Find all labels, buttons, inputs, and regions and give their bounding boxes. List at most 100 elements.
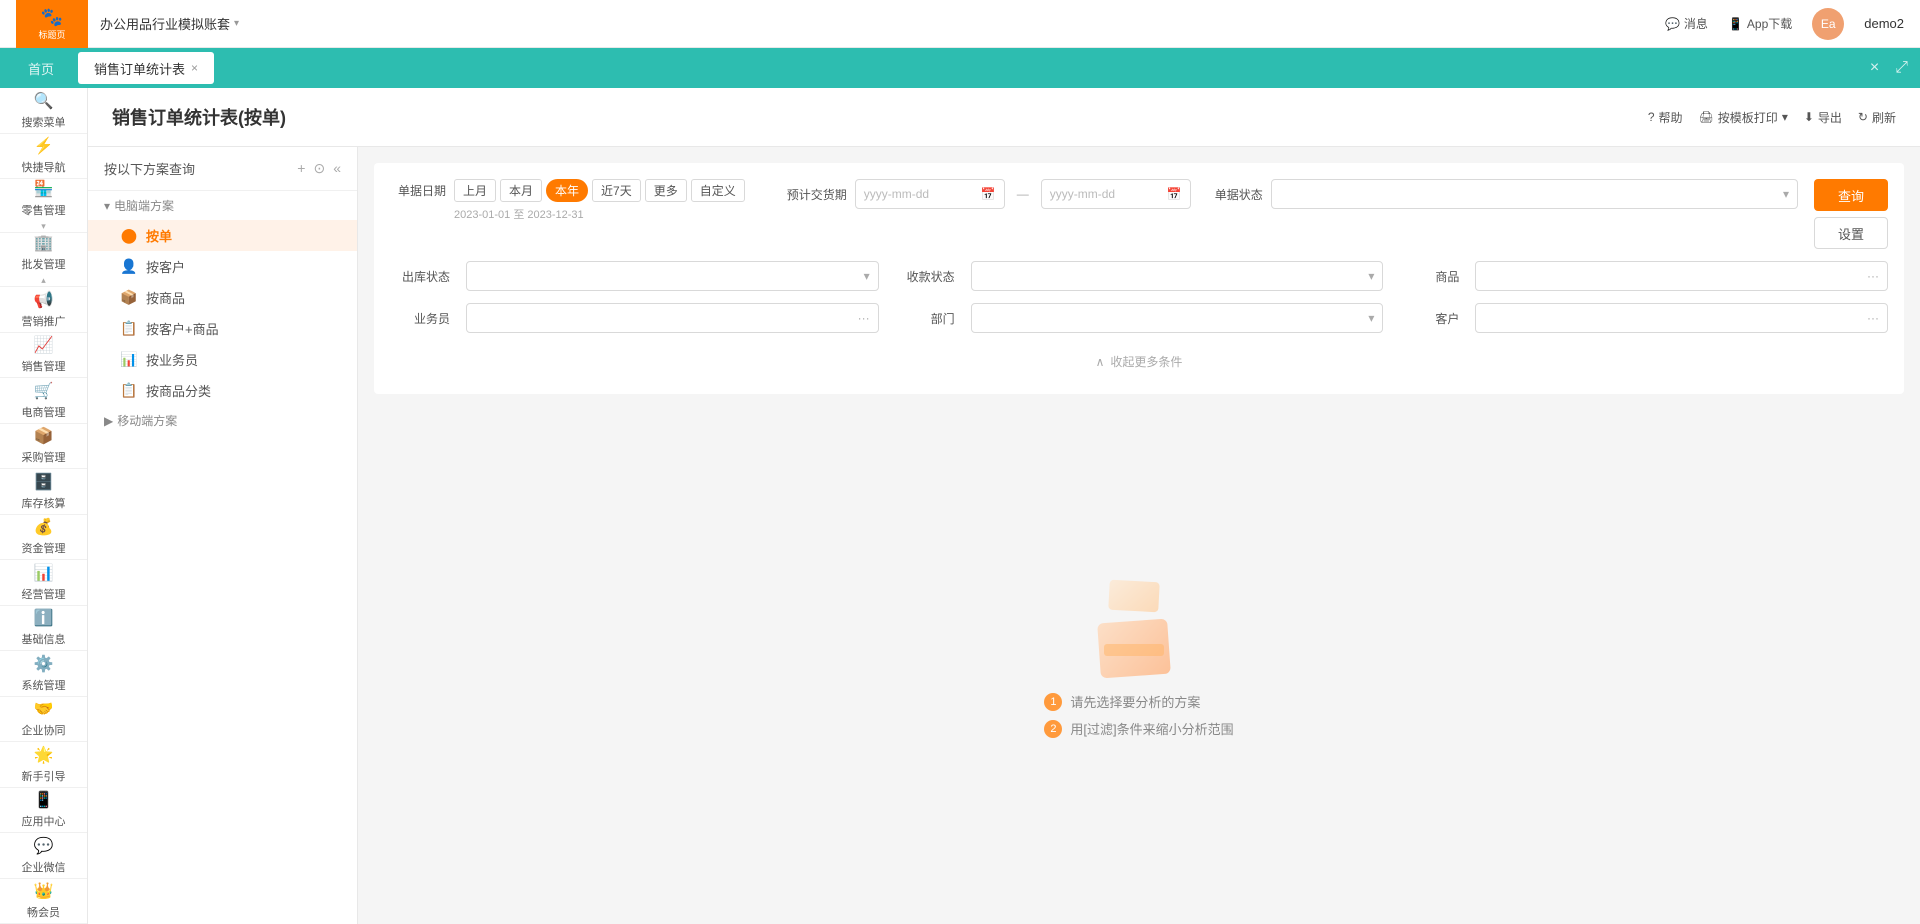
sidebar-item-basic[interactable]: ℹ️ 基础信息 <box>0 606 87 652</box>
sidebar-item-enterprise[interactable]: 🤝 企业协同 <box>0 697 87 743</box>
sidebar-item-label: 经营管理 <box>22 586 66 602</box>
maximize-icon[interactable]: ⤢ <box>1891 55 1912 81</box>
sidebar-item-system[interactable]: ⚙️ 系统管理 <box>0 651 87 697</box>
dropdown-icon: ▾ <box>864 269 870 283</box>
sidebar-item-quicknav[interactable]: ⚡ 快捷导航 <box>0 134 87 180</box>
last-7-days-btn[interactable]: 近7天 <box>592 179 641 202</box>
sidebar-item-label: 零售管理 <box>22 202 66 218</box>
tab-active[interactable]: 销售订单统计表 × <box>78 52 214 84</box>
tab-home[interactable]: 首页 <box>8 48 74 88</box>
empty-tip-2: 2 用[过滤]条件来缩小分析范围 <box>1044 719 1233 738</box>
tree-item-按业务员[interactable]: 📊 按业务员 <box>88 344 357 375</box>
avatar[interactable]: Ea <box>1812 8 1844 40</box>
inventory-icon: 🗄️ <box>34 472 54 492</box>
sidebar-item-label: 新手引导 <box>22 768 66 784</box>
tip-num-2: 2 <box>1044 720 1062 738</box>
export-button[interactable]: ⬇ 导出 <box>1804 109 1842 126</box>
this-year-btn[interactable]: 本年 <box>546 179 588 202</box>
sidebar-item-inventory[interactable]: 🗄️ 库存核算 <box>0 469 87 515</box>
sidebar-item-finance[interactable]: 💰 资金管理 <box>0 515 87 561</box>
dept-select[interactable]: ▾ <box>971 303 1384 333</box>
tabbar-right: × ⤢ <box>1866 55 1912 81</box>
help-icon: ? <box>1648 110 1655 124</box>
sidebar-item-member[interactable]: 👑 畅会员 <box>0 879 87 924</box>
calendar-icon: 📅 <box>981 187 996 201</box>
close-icon[interactable]: × <box>191 61 198 75</box>
collapse-panel-button[interactable]: « <box>333 160 341 177</box>
last-month-btn[interactable]: 上月 <box>454 179 496 202</box>
expand-icon: ▾ <box>104 199 110 213</box>
panel-header: 按以下方案查询 + ⊙ « <box>88 147 357 191</box>
refresh-button[interactable]: ↻ 刷新 <box>1858 109 1896 126</box>
export-icon: ⬇ <box>1804 110 1814 124</box>
sidebar-item-label: 基础信息 <box>22 631 66 647</box>
logo-icon: 🐾 <box>41 7 63 28</box>
sidebar-item-appcenter[interactable]: 📱 应用中心 <box>0 788 87 834</box>
sidebar-item-operations[interactable]: 📊 经营管理 <box>0 560 87 606</box>
tip-text-2: 用[过滤]条件来缩小分析范围 <box>1070 719 1233 738</box>
tree-item-按商品分类[interactable]: 📋 按商品分类 <box>88 375 357 406</box>
page-title: 销售订单统计表(按单) <box>112 104 286 146</box>
sidebar-item-retail[interactable]: 🏪 零售管理 ▾ <box>0 179 87 233</box>
message-action[interactable]: 💬 消息 <box>1665 15 1708 32</box>
sidebar-item-marketing[interactable]: 📢 营销推广 <box>0 287 87 333</box>
expected-date-to[interactable]: yyyy-mm-dd 📅 <box>1041 179 1191 209</box>
close-window-icon[interactable]: × <box>1866 55 1883 81</box>
more-btn[interactable]: 更多 <box>645 179 687 202</box>
right-panel: 单据日期 上月 本月 本年 近7天 更多 自定义 <box>358 147 1920 924</box>
app-selector[interactable]: 办公用品行业模拟账套 ▾ <box>100 14 239 33</box>
sidebar-item-label: 销售管理 <box>22 358 66 374</box>
pay-status-select[interactable]: ▾ <box>971 261 1384 291</box>
sidebar-item-corpwechat[interactable]: 💬 企业微信 <box>0 833 87 879</box>
sidebar-item-wholesale[interactable]: 🏢 批发管理 ▴ <box>0 233 87 287</box>
tree-item-按单[interactable]: ⬤ 按单 <box>88 220 357 251</box>
sidebar-item-ecommerce[interactable]: 🛒 电商管理 <box>0 378 87 424</box>
ship-status-select[interactable]: ▾ <box>466 261 879 291</box>
date-quick-btns: 上月 本月 本年 近7天 更多 自定义 <box>454 179 745 202</box>
help-button[interactable]: ? 帮助 <box>1648 109 1683 126</box>
page-header: 销售订单统计表(按单) ? 帮助 🖨 按模板打印 ▾ ⬇ 导出 ↻ 刷新 <box>88 88 1920 147</box>
print-arrow-icon: ▾ <box>1782 110 1788 124</box>
dropdown-icon: ▾ <box>1368 269 1374 283</box>
app-download-label: App下载 <box>1747 15 1792 32</box>
expected-date-label: 预计交货期 <box>777 186 847 203</box>
sidebar-item-search[interactable]: 🔍 搜索菜单 <box>0 88 87 134</box>
add-scheme-button[interactable]: + <box>297 160 305 177</box>
customer-input[interactable]: ··· <box>1475 303 1888 333</box>
tree-item-label: 按业务员 <box>146 350 198 369</box>
wholesale-icon: 🏢 <box>34 233 54 253</box>
tree-item-按客户[interactable]: 👤 按客户 <box>88 251 357 282</box>
sidebar-item-sales[interactable]: 📈 销售管理 <box>0 333 87 379</box>
search-button[interactable]: 查询 <box>1814 179 1888 211</box>
logo: 🐾 标题页 <box>16 0 88 48</box>
date-label: 单据日期 <box>390 182 446 199</box>
product-input[interactable]: ··· <box>1475 261 1888 291</box>
sidebar-item-newbie[interactable]: 🌟 新手引导 <box>0 742 87 788</box>
user-name[interactable]: demo2 <box>1864 16 1904 31</box>
status-select[interactable]: ▾ <box>1271 179 1798 209</box>
app-download-action[interactable]: 📱 App下载 <box>1728 15 1792 32</box>
tip-num-1: 1 <box>1044 693 1062 711</box>
print-button[interactable]: 🖨 按模板打印 ▾ <box>1699 109 1788 126</box>
panel-title: 按以下方案查询 <box>104 159 195 178</box>
app-icon: 📱 <box>1728 17 1743 31</box>
refresh-icon: ↻ <box>1858 110 1868 124</box>
tab-label: 销售订单统计表 <box>94 59 185 78</box>
expected-date-from[interactable]: yyyy-mm-dd 📅 <box>855 179 1005 209</box>
custom-btn[interactable]: 自定义 <box>691 179 745 202</box>
tree-desktop-label: ▾ 电脑端方案 <box>88 191 357 220</box>
corpwechat-icon: 💬 <box>34 836 54 856</box>
settings-button[interactable]: 设置 <box>1814 217 1888 249</box>
tree-item-按商品[interactable]: 📦 按商品 <box>88 282 357 313</box>
search-icon: 🔍 <box>34 91 54 111</box>
tree-item-按客户商品[interactable]: 📋 按客户+商品 <box>88 313 357 344</box>
this-month-btn[interactable]: 本月 <box>500 179 542 202</box>
filter-area: 单据日期 上月 本月 本年 近7天 更多 自定义 <box>374 163 1904 394</box>
collapse-bar[interactable]: ∧ 收起更多条件 <box>390 345 1888 378</box>
sidebar-item-purchase[interactable]: 📦 采购管理 <box>0 424 87 470</box>
salesman-input[interactable]: ··· <box>466 303 879 333</box>
collapse-label: 收起更多条件 <box>1110 353 1182 370</box>
enterprise-icon: 🤝 <box>34 699 54 719</box>
edit-scheme-button[interactable]: ⊙ <box>313 160 325 177</box>
left-panel: 按以下方案查询 + ⊙ « ▾ 电脑端方案 ⬤ 按单 <box>88 147 358 924</box>
